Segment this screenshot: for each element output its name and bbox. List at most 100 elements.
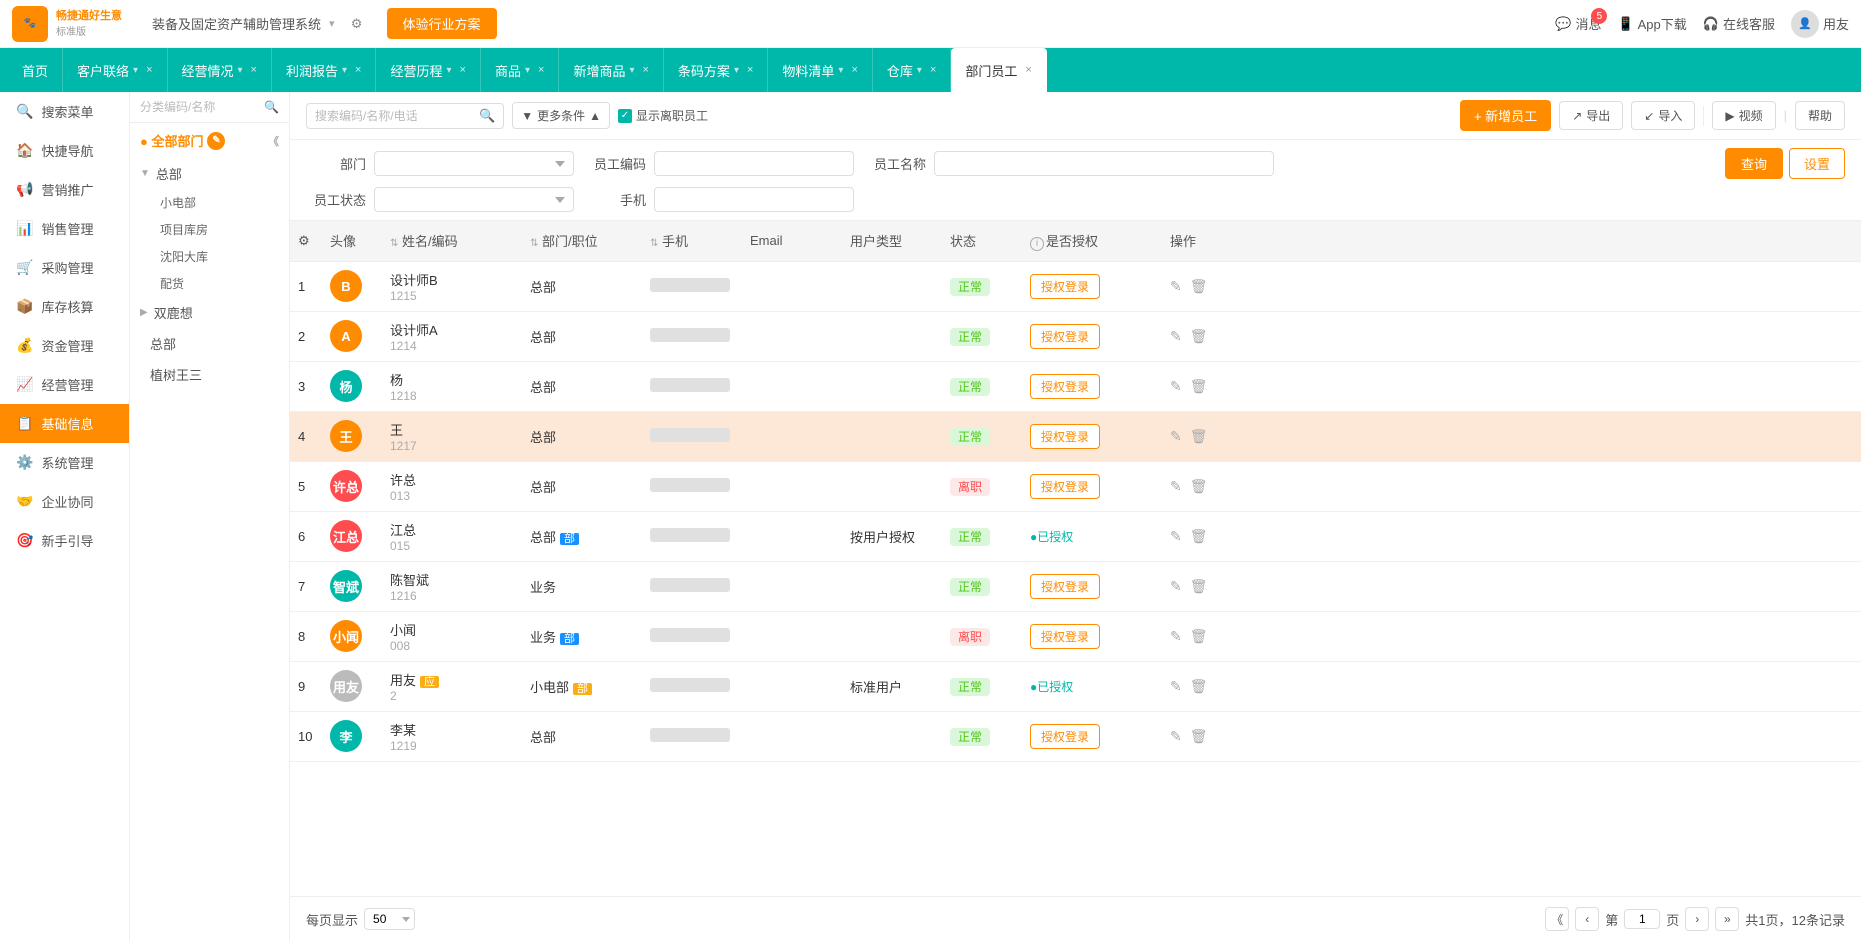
dept-search-icon[interactable]: 🔍 — [264, 100, 279, 114]
tab-profit[interactable]: 利润报告 ▾ × — [272, 48, 376, 92]
sidebar-item-inventory[interactable]: 📦 库存核算 — [0, 287, 129, 326]
search-input[interactable] — [315, 109, 475, 123]
grant-btn-1[interactable]: 授权登录 — [1030, 324, 1100, 349]
tab-journey[interactable]: 经营历程 ▾ × — [376, 48, 480, 92]
export-button[interactable]: ↗ 导出 — [1559, 101, 1623, 130]
tab-warehouse[interactable]: 仓库 ▾ × — [873, 48, 951, 92]
edit-icon-1[interactable]: ✎ — [1170, 328, 1182, 345]
delete-icon-4[interactable]: 🗑 — [1190, 478, 1208, 495]
page-prev-btn[interactable]: ‹ — [1575, 907, 1599, 931]
edit-icon-7[interactable]: ✎ — [1170, 628, 1182, 645]
service-button[interactable]: 🎧 在线客服 — [1703, 14, 1775, 33]
message-button[interactable]: 💬 消息 5 — [1555, 14, 1601, 33]
delete-icon-8[interactable]: 🗑 — [1190, 678, 1208, 695]
filter-dept-select[interactable] — [374, 151, 574, 176]
tab-operations[interactable]: 经营情况 ▾ × — [168, 48, 272, 92]
page-input[interactable] — [1624, 909, 1660, 929]
dept-child-xiangmu[interactable]: 项目库房 — [130, 216, 289, 243]
sidebar-item-sales[interactable]: 📊 销售管理 — [0, 209, 129, 248]
dept-child-peihuo[interactable]: 配货 — [130, 270, 289, 297]
grant-btn-2[interactable]: 授权登录 — [1030, 374, 1100, 399]
edit-icon-3[interactable]: ✎ — [1170, 428, 1182, 445]
tab-new-goods-close[interactable]: × — [642, 64, 648, 76]
sidebar-item-search[interactable]: 🔍 搜索菜单 — [0, 92, 129, 131]
page-first-btn[interactable]: 《 — [1545, 907, 1569, 931]
tab-barcode-close[interactable]: × — [747, 64, 753, 76]
sidebar-item-purchase[interactable]: 🛒 采购管理 — [0, 248, 129, 287]
edit-icon-2[interactable]: ✎ — [1170, 378, 1182, 395]
tab-home[interactable]: 首页 — [8, 48, 63, 92]
delete-icon-6[interactable]: 🗑 — [1190, 578, 1208, 595]
filter-status-select[interactable] — [374, 187, 574, 212]
grant-btn-6[interactable]: 授权登录 — [1030, 574, 1100, 599]
filter-emp-name-input[interactable] — [934, 151, 1274, 176]
grant-btn-4[interactable]: 授权登录 — [1030, 474, 1100, 499]
tab-goods[interactable]: 商品 ▾ × — [481, 48, 559, 92]
sidebar-item-basic[interactable]: 📋 基础信息 — [0, 404, 129, 443]
dept-node-zongbu[interactable]: ▼ 总部 — [130, 158, 289, 189]
col-dept[interactable]: ⇅ 部门/职位 — [522, 221, 642, 261]
dept-tree-root[interactable]: ● 全部部门 ✎ 《 — [130, 123, 289, 158]
edit-icon-4[interactable]: ✎ — [1170, 478, 1182, 495]
col-settings[interactable]: ⚙ — [290, 221, 322, 261]
tab-customer-close[interactable]: × — [146, 64, 152, 76]
tab-warehouse-close[interactable]: × — [930, 64, 936, 76]
tab-bom[interactable]: 物料清单 ▾ × — [768, 48, 872, 92]
edit-icon-8[interactable]: ✎ — [1170, 678, 1182, 695]
show-resigned-toggle[interactable]: ✓ 显示离职员工 — [618, 107, 708, 124]
sidebar-item-collab[interactable]: 🤝 企业协同 — [0, 482, 129, 521]
tab-new-goods[interactable]: 新增商品 ▾ × — [559, 48, 663, 92]
video-button[interactable]: ▶ 视频 — [1712, 101, 1775, 130]
edit-icon-0[interactable]: ✎ — [1170, 278, 1182, 295]
dept-child-shenyang[interactable]: 沈阳大库 — [130, 243, 289, 270]
help-button[interactable]: 帮助 — [1795, 101, 1845, 130]
edit-icon-9[interactable]: ✎ — [1170, 728, 1182, 745]
sidebar-item-system[interactable]: ⚙️ 系统管理 — [0, 443, 129, 482]
search-button[interactable]: 查询 — [1725, 148, 1783, 179]
tab-goods-close[interactable]: × — [538, 64, 544, 76]
search-icon[interactable]: 🔍 — [479, 108, 495, 124]
sidebar-item-guide[interactable]: 🎯 新手引导 — [0, 521, 129, 560]
tab-barcode[interactable]: 条码方案 ▾ × — [664, 48, 768, 92]
sidebar-item-finance[interactable]: 💰 资金管理 — [0, 326, 129, 365]
edit-icon-6[interactable]: ✎ — [1170, 578, 1182, 595]
tab-employees-close[interactable]: × — [1025, 64, 1031, 76]
grant-btn-7[interactable]: 授权登录 — [1030, 624, 1100, 649]
user-area[interactable]: 👤 用友 — [1791, 10, 1849, 38]
sidebar-item-nav[interactable]: 🏠 快捷导航 — [0, 131, 129, 170]
col-phone[interactable]: ⇅ 手机 — [642, 221, 742, 261]
edit-icon-5[interactable]: ✎ — [1170, 528, 1182, 545]
tab-customer[interactable]: 客户联络 ▾ × — [63, 48, 167, 92]
add-employee-button[interactable]: + 新增员工 — [1460, 100, 1551, 131]
tab-profit-close[interactable]: × — [355, 64, 361, 76]
dept-search-input[interactable] — [140, 100, 260, 114]
grant-btn-0[interactable]: 授权登录 — [1030, 274, 1100, 299]
tab-bom-close[interactable]: × — [851, 64, 857, 76]
delete-icon-5[interactable]: 🗑 — [1190, 528, 1208, 545]
trial-button[interactable]: 体验行业方案 — [387, 8, 497, 39]
delete-icon-9[interactable]: 🗑 — [1190, 728, 1208, 745]
import-button[interactable]: ↙ 导入 — [1631, 101, 1695, 130]
more-filter-btn[interactable]: ▼ 更多条件 ▲ — [512, 102, 610, 129]
delete-icon-7[interactable]: 🗑 — [1190, 628, 1208, 645]
delete-icon-1[interactable]: 🗑 — [1190, 328, 1208, 345]
dept-node-zhishu[interactable]: 植树王三 — [130, 359, 289, 390]
page-next-btn[interactable]: › — [1685, 907, 1709, 931]
app-download-button[interactable]: 📱 App下载 — [1617, 14, 1686, 33]
settings-button[interactable]: 设置 — [1789, 148, 1845, 179]
delete-icon-3[interactable]: 🗑 — [1190, 428, 1208, 445]
show-resigned-checkbox[interactable]: ✓ — [618, 109, 632, 123]
dept-node-shuanglu[interactable]: ▶ 双鹿想 — [130, 297, 289, 328]
filter-emp-code-input[interactable] — [654, 151, 854, 176]
gear-button[interactable]: ⚙ — [343, 10, 371, 38]
dept-edit-icon[interactable]: ✎ — [207, 132, 225, 150]
grant-btn-3[interactable]: 授权登录 — [1030, 424, 1100, 449]
page-last-btn[interactable]: » — [1715, 907, 1739, 931]
per-page-select[interactable]: 50 20 100 — [364, 908, 415, 930]
tab-journey-close[interactable]: × — [460, 64, 466, 76]
dept-collapse-icon[interactable]: 《 — [268, 133, 279, 149]
sidebar-item-marketing[interactable]: 📢 营销推广 — [0, 170, 129, 209]
dept-child-xiaodian[interactable]: 小电部 — [130, 189, 289, 216]
delete-icon-0[interactable]: 🗑 — [1190, 278, 1208, 295]
tab-operations-close[interactable]: × — [251, 64, 257, 76]
